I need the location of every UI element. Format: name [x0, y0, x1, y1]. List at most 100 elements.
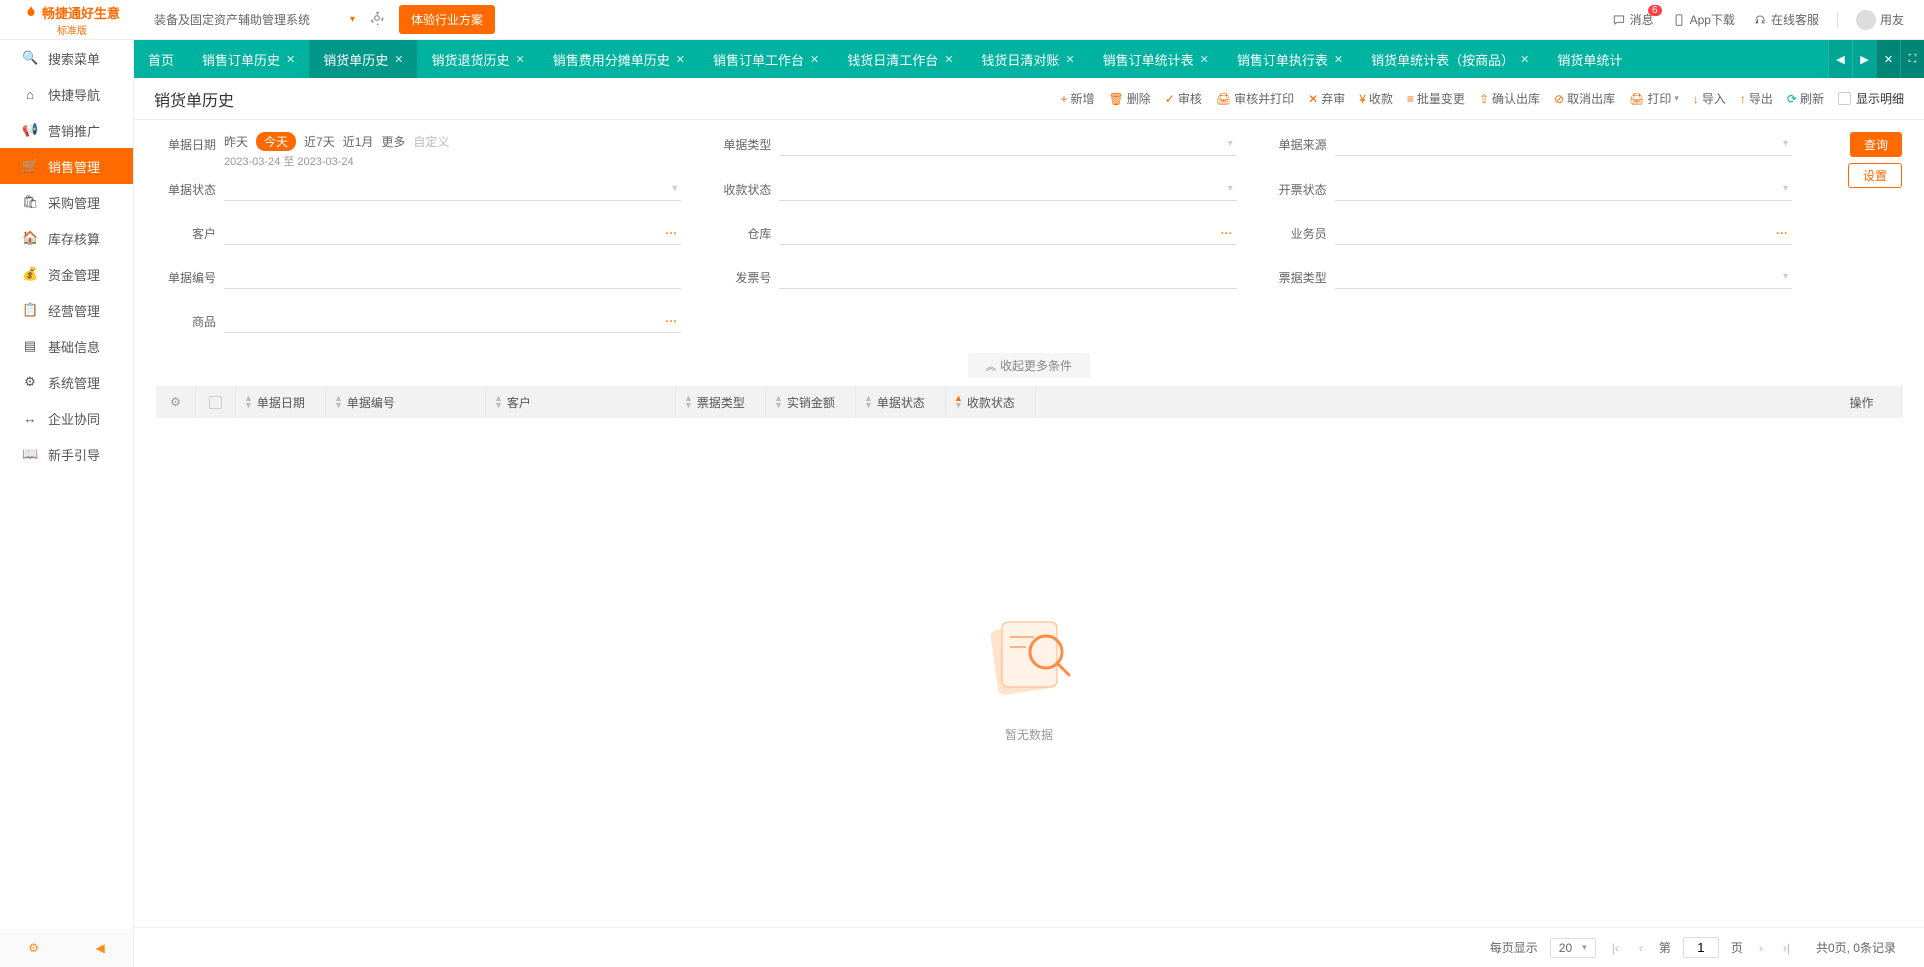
ellipsis-icon[interactable]: ··· — [665, 314, 677, 328]
close-icon[interactable]: ✕ — [1200, 53, 1209, 66]
warehouse-input[interactable]: ··· — [779, 221, 1236, 245]
doc-no-input[interactable] — [224, 265, 681, 289]
sidebar-search[interactable]: 🔍搜索菜单 — [0, 40, 133, 76]
pay-status-select[interactable]: ▾ — [779, 177, 1236, 201]
tab-home[interactable]: 首页 — [134, 40, 188, 78]
sidebar-sales[interactable]: 🛒销售管理 — [0, 148, 133, 184]
page-prev-button[interactable]: ‹ — [1635, 939, 1647, 957]
delete-button[interactable]: 🗑删除 — [1109, 90, 1151, 107]
tab-cost-alloc[interactable]: 销售费用分摊单历史✕ — [539, 40, 699, 78]
tab-delivery-history[interactable]: 销货单历史✕ — [309, 40, 417, 78]
close-icon[interactable]: ✕ — [676, 53, 685, 66]
settings-button[interactable]: 设置 — [1848, 163, 1902, 188]
date-today[interactable]: 今天 — [256, 132, 296, 151]
collapse-filters-button[interactable]: ︽ 收起更多条件 — [968, 353, 1090, 378]
close-icon[interactable]: ✕ — [1334, 53, 1343, 66]
date-1month[interactable]: 近1月 — [343, 133, 374, 150]
sidebar-base[interactable]: ▤基础信息 — [0, 328, 133, 364]
tab-order-stats[interactable]: 销售订单统计表✕ — [1089, 40, 1223, 78]
messages-button[interactable]: 消息 6 — [1612, 11, 1654, 28]
abandon-button[interactable]: ✕弃审 — [1308, 90, 1345, 107]
ellipsis-icon[interactable]: ··· — [665, 226, 677, 240]
gear-icon[interactable] — [370, 11, 384, 28]
close-icon[interactable]: ✕ — [1520, 53, 1529, 66]
sidebar-purchase[interactable]: 🛍采购管理 — [0, 184, 133, 220]
close-icon[interactable]: ✕ — [944, 53, 953, 66]
export-button[interactable]: ↑导出 — [1740, 90, 1773, 107]
th-customer[interactable]: ▲▼客户 — [486, 386, 676, 418]
doc-source-select[interactable]: ▾ — [1335, 132, 1792, 156]
confirm-out-button[interactable]: ⇧确认出库 — [1479, 90, 1540, 107]
try-plan-button[interactable]: 体验行业方案 — [399, 5, 495, 34]
date-custom[interactable]: 自定义 — [413, 133, 449, 150]
collect-button[interactable]: ¥收款 — [1359, 90, 1393, 107]
review-button[interactable]: ✓审核 — [1165, 90, 1202, 107]
page-next-button[interactable]: › — [1755, 939, 1767, 957]
tab-delivery-stats-partial[interactable]: 销货单统计 — [1543, 40, 1636, 78]
query-button[interactable]: 查询 — [1850, 132, 1902, 157]
th-pay[interactable]: ▲▼收款状态 — [946, 386, 1036, 418]
th-status[interactable]: ▲▼单据状态 — [856, 386, 946, 418]
sidebar-stock[interactable]: 🏠库存核算 — [0, 220, 133, 256]
page-size-select[interactable]: 20 ▾ — [1550, 938, 1596, 958]
tab-daily-bench[interactable]: 钱货日清工作台✕ — [833, 40, 967, 78]
page-last-button[interactable]: ›| — [1779, 939, 1794, 957]
tab-delivery-stats-product[interactable]: 销货单统计表（按商品）✕ — [1357, 40, 1543, 78]
close-icon[interactable]: ✕ — [394, 53, 403, 66]
page-number-input[interactable] — [1683, 937, 1719, 958]
customer-input[interactable]: ··· — [224, 221, 681, 245]
sales-input[interactable]: ··· — [1335, 221, 1792, 245]
th-amount[interactable]: ▲▼实销金额 — [766, 386, 856, 418]
sidebar-guide[interactable]: 📖新手引导 — [0, 436, 133, 472]
batch-button[interactable]: ≡批量变更 — [1407, 90, 1465, 107]
cancel-out-button[interactable]: ⊘取消出库 — [1554, 90, 1615, 107]
show-detail-toggle[interactable]: 显示明细 — [1838, 90, 1904, 107]
doc-type-select[interactable]: ▾ — [779, 132, 1236, 156]
add-button[interactable]: +新增 — [1061, 90, 1095, 107]
invoice-status-select[interactable]: ▾ — [1335, 177, 1792, 201]
review-print-button[interactable]: 🖨审核并打印 — [1216, 90, 1294, 107]
tab-close-all-icon[interactable]: ✕ — [1876, 40, 1900, 78]
tab-order-bench[interactable]: 销售订单工作台✕ — [699, 40, 833, 78]
th-gear[interactable]: ⚙ — [156, 386, 196, 418]
invoice-no-input[interactable] — [779, 265, 1236, 289]
system-dropdown[interactable]: 装备及固定资产辅助管理系统 ▾ — [154, 11, 355, 28]
user-menu[interactable]: 用友 — [1856, 10, 1904, 30]
sidebar-coop[interactable]: ↔企业协同 — [0, 400, 133, 436]
ellipsis-icon[interactable]: ··· — [1221, 226, 1233, 240]
sidebar-operate[interactable]: 📋经营管理 — [0, 292, 133, 328]
close-icon[interactable]: ✕ — [286, 53, 295, 66]
collapse-icon[interactable]: ◀ — [96, 941, 105, 955]
close-icon[interactable]: ✕ — [1065, 53, 1074, 66]
th-date[interactable]: ▲▼单据日期 — [236, 386, 326, 418]
tab-order-exec[interactable]: 销售订单执行表✕ — [1223, 40, 1357, 78]
print-button[interactable]: 🖨打印▾ — [1629, 90, 1679, 107]
sidebar-marketing[interactable]: 📢营销推广 — [0, 112, 133, 148]
date-yesterday[interactable]: 昨天 — [224, 133, 248, 150]
th-no[interactable]: ▲▼单据编号 — [326, 386, 486, 418]
close-icon[interactable]: ✕ — [810, 53, 819, 66]
close-icon[interactable]: ✕ — [516, 53, 525, 66]
tab-return-history[interactable]: 销货退货历史✕ — [417, 40, 538, 78]
ellipsis-icon[interactable]: ··· — [1776, 226, 1788, 240]
refresh-button[interactable]: ⟳刷新 — [1787, 90, 1824, 107]
date-more[interactable]: 更多 — [381, 133, 405, 150]
doc-status-select[interactable]: ▾ — [224, 177, 681, 201]
sidebar-system[interactable]: ⚙系统管理 — [0, 364, 133, 400]
date-7days[interactable]: 近7天 — [304, 133, 335, 150]
import-button[interactable]: ↓导入 — [1693, 90, 1726, 107]
th-checkbox[interactable] — [196, 386, 236, 418]
tab-prev-icon[interactable]: ◀ — [1828, 40, 1852, 78]
settings-icon[interactable]: ⚙ — [28, 941, 39, 955]
app-download-button[interactable]: App下载 — [1672, 11, 1735, 28]
tab-daily-recon[interactable]: 钱货日清对账✕ — [967, 40, 1088, 78]
ticket-type-select[interactable]: ▾ — [1335, 265, 1792, 289]
th-ticket[interactable]: ▲▼票据类型 — [676, 386, 766, 418]
sidebar-fund[interactable]: 💰资金管理 — [0, 256, 133, 292]
sidebar-quick-nav[interactable]: ⌂快捷导航 — [0, 76, 133, 112]
tab-next-icon[interactable]: ▶ — [1852, 40, 1876, 78]
product-input[interactable]: ··· — [224, 309, 681, 333]
tab-sales-order-history[interactable]: 销售订单历史✕ — [188, 40, 309, 78]
tab-expand-icon[interactable]: ⛶ — [1900, 40, 1924, 78]
page-first-button[interactable]: |‹ — [1608, 939, 1623, 957]
